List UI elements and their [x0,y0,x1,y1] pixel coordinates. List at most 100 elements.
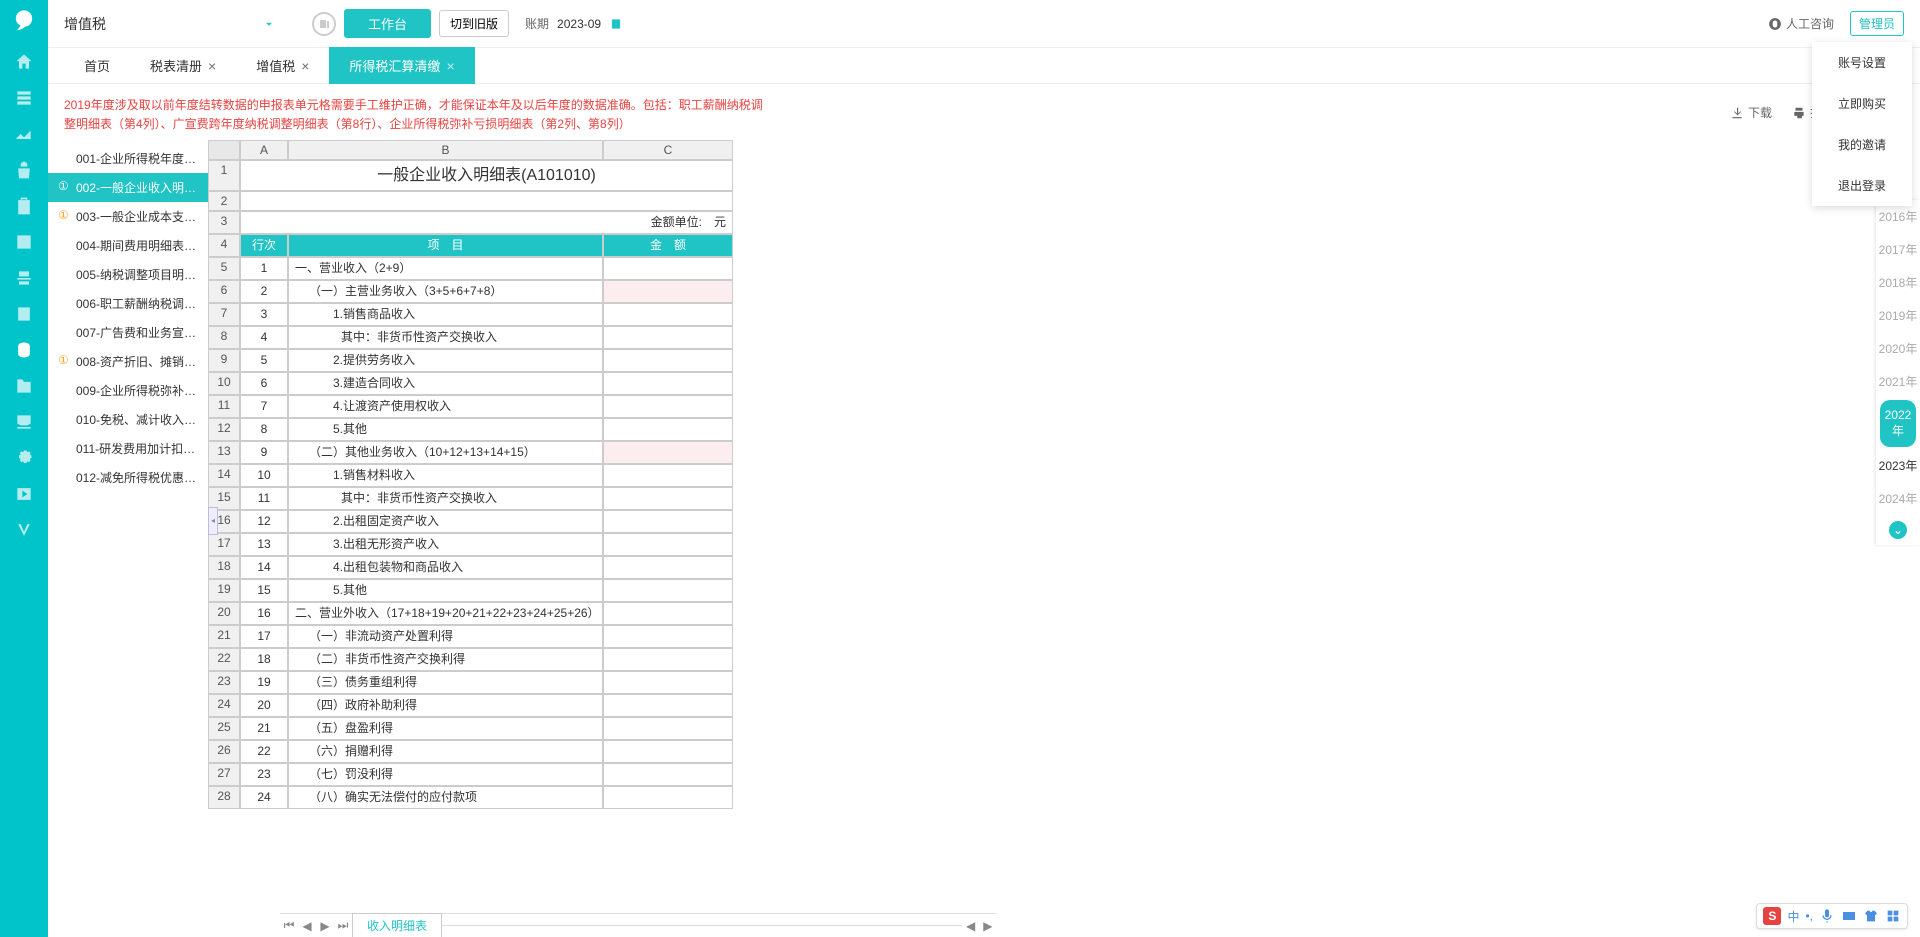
dropdown-item[interactable]: 账号设置 [1812,42,1912,83]
close-icon[interactable]: × [301,58,309,74]
form-list-item[interactable]: 012-减免所得税优惠明细表(... [48,463,208,492]
stamp-icon[interactable] [14,268,34,288]
row-header[interactable]: 25 [208,717,240,740]
row-header[interactable]: 12 [208,418,240,441]
inbox-icon[interactable] [14,412,34,432]
amount-cell[interactable] [603,763,733,786]
year-item[interactable]: 2018年 [1876,266,1920,299]
form-list-item[interactable]: 010-免税、减计收入及加计... [48,405,208,434]
row-header[interactable]: 28 [208,786,240,809]
amount-cell[interactable] [603,671,733,694]
download-button[interactable]: 下载 [1730,104,1772,121]
chevron-down-icon[interactable] [262,17,276,31]
amount-cell[interactable] [603,372,733,395]
amount-cell[interactable] [603,326,733,349]
form-list-item[interactable]: 001-企业所得税年度纳税申... [48,144,208,173]
row-header[interactable]: 21 [208,625,240,648]
tax-icon[interactable] [14,340,34,360]
workbench-button[interactable]: 工作台 [344,9,431,38]
row-header[interactable]: 5 [208,257,240,280]
amount-cell[interactable] [603,717,733,740]
row-header[interactable]: 27 [208,763,240,786]
year-item[interactable]: 2024年 [1876,482,1920,515]
v-icon[interactable] [14,520,34,540]
form-list-item[interactable]: 007-广告费和业务宣传费跨... [48,318,208,347]
sheet-prev-icon[interactable]: ◀ [298,919,316,933]
close-icon[interactable]: × [208,58,216,74]
amount-cell[interactable] [603,648,733,671]
page-tab[interactable]: 增值税× [236,47,329,84]
row-header[interactable]: 6 [208,280,240,303]
form-list-item[interactable]: 011-研发费用加计扣除优惠... [48,434,208,463]
amount-cell[interactable] [603,395,733,418]
period-value[interactable]: 2023-09 [557,17,601,31]
amount-cell[interactable] [603,487,733,510]
form-list-item[interactable]: 002-一般企业收入明细表(A1... [48,173,208,202]
amount-cell[interactable] [603,257,733,280]
calendar-picker-icon[interactable] [609,17,623,31]
company-selector[interactable]: 增值税 [64,14,106,34]
row-header[interactable]: 11 [208,395,240,418]
amount-cell[interactable] [603,418,733,441]
report-icon[interactable] [14,232,34,252]
row-header[interactable]: 14 [208,464,240,487]
amount-cell[interactable] [603,625,733,648]
row-header[interactable]: 7 [208,303,240,326]
hscroll-left-icon[interactable]: ◀ [962,919,979,933]
ime-lang[interactable]: 中 [1787,908,1799,925]
dropdown-item[interactable]: 立即购买 [1812,83,1912,124]
year-more-icon[interactable]: ⌄ [1889,521,1907,539]
ledger-icon[interactable] [14,88,34,108]
row-header[interactable]: 20 [208,602,240,625]
year-item[interactable]: 2017年 [1876,233,1920,266]
row-header[interactable]: 10 [208,372,240,395]
ime-grid-icon[interactable] [1885,908,1901,924]
archive-icon[interactable] [14,376,34,396]
col-header[interactable]: C [603,140,733,160]
sheet-first-icon[interactable]: ⏮ [280,918,298,933]
year-item[interactable]: 2020年 [1876,332,1920,365]
ime-keyboard-icon[interactable] [1841,908,1857,924]
resize-handle[interactable]: ◂ [208,507,218,535]
row-header[interactable]: 4 [208,234,240,257]
row-header[interactable]: 26 [208,740,240,763]
amount-cell[interactable] [603,303,733,326]
video-icon[interactable] [14,484,34,504]
amount-cell[interactable] [603,510,733,533]
old-version-button[interactable]: 切到旧版 [439,10,509,37]
ime-skin-icon[interactable] [1863,908,1879,924]
app-logo[interactable] [10,8,38,36]
ime-punct[interactable]: •, [1805,909,1813,923]
row-header[interactable]: 3 [208,211,240,234]
row-header[interactable]: 8 [208,326,240,349]
amount-cell[interactable] [603,533,733,556]
amount-cell[interactable] [603,602,733,625]
amount-cell[interactable] [603,464,733,487]
form-list-item[interactable]: 003-一般企业成本支出明细... [48,202,208,231]
amount-cell[interactable] [603,556,733,579]
col-header[interactable]: A [240,140,288,160]
settings-icon[interactable] [14,448,34,468]
home-icon[interactable] [14,52,34,72]
year-item[interactable]: 2021年 [1876,365,1920,398]
form-list-item[interactable]: 009-企业所得税弥补亏损明... [48,376,208,405]
amount-cell[interactable] [603,786,733,809]
row-header[interactable]: 22 [208,648,240,671]
page-tab[interactable]: 税表清册× [130,47,236,84]
dropdown-item[interactable]: 我的邀请 [1812,124,1912,165]
year-item[interactable]: 2023年 [1876,449,1920,482]
amount-cell[interactable] [603,740,733,763]
task-button[interactable] [312,12,336,36]
row-header[interactable]: 2 [208,191,240,211]
hscroll-right-icon[interactable]: ▶ [979,919,996,933]
money-icon[interactable] [14,160,34,180]
clipboard-icon[interactable] [14,196,34,216]
admin-menu-button[interactable]: 管理员 [1850,11,1904,36]
amount-cell[interactable] [603,694,733,717]
close-icon[interactable]: × [446,58,454,74]
amount-cell[interactable] [603,280,733,303]
row-header[interactable]: 18 [208,556,240,579]
row-header[interactable]: 13 [208,441,240,464]
sheet-tab[interactable]: 收入明细表 [352,913,442,937]
row-header[interactable]: 9 [208,349,240,372]
